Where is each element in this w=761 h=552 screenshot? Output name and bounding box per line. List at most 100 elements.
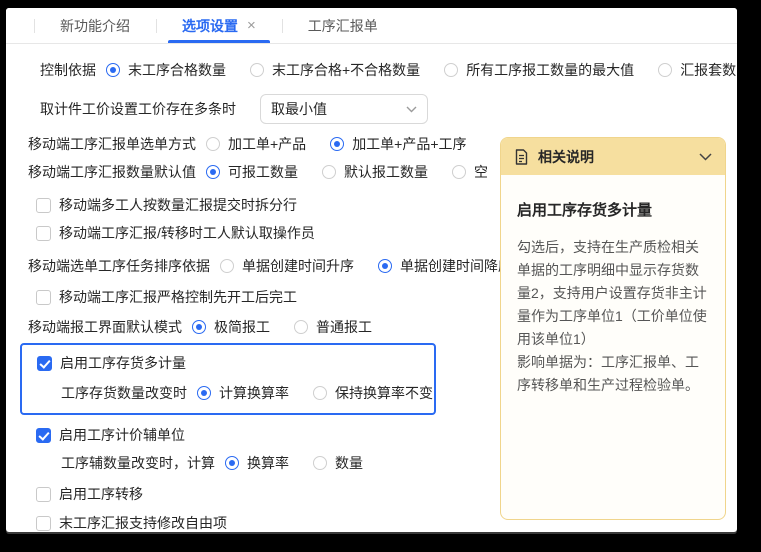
chevron-down-icon[interactable] — [699, 152, 712, 161]
checkbox-split-rows[interactable]: 移动端多工人按数量汇报提交时拆分行 — [36, 195, 297, 215]
row-strict-start: 移动端工序汇报严格控制先开工后完工 — [36, 283, 484, 311]
radio-option-sort-desc[interactable]: 单据创建时间降序 — [378, 256, 512, 276]
radio-option-conv-rate[interactable]: 换算率 — [225, 453, 289, 473]
row-multi-uom-change: 工序存货数量改变时 计算换算率 保持换算率不变 — [61, 379, 434, 407]
checkbox-checked-icon — [36, 427, 51, 443]
radio-option-order-product[interactable]: 加工单+产品 — [206, 134, 306, 154]
radio-label: 单据创建时间降序 — [400, 258, 512, 274]
radio-icon — [452, 165, 466, 179]
row-free-item: 末工序汇报支持修改自由项 — [36, 509, 484, 532]
radio-icon — [220, 259, 234, 273]
row-report-mode: 移动端报工界面默认模式 极简报工 普通报工 — [28, 313, 484, 341]
checkbox-label: 移动端多工人按数量汇报提交时拆分行 — [59, 197, 297, 213]
row-transfer: 启用工序转移 — [36, 480, 484, 508]
checkbox-multi-uom[interactable]: 启用工序存货多计量 — [37, 353, 186, 373]
checkbox-label: 启用工序转移 — [59, 486, 143, 502]
radio-option-max-report[interactable]: 所有工序报工数量的最大值 — [444, 60, 634, 80]
row-default-operator: 移动端工序汇报/转移时工人默认取操作员 — [36, 219, 484, 247]
radio-label: 计算换算率 — [219, 385, 289, 401]
radio-option-sort-asc[interactable]: 单据创建时间升序 — [220, 256, 354, 276]
radio-checked-icon — [206, 165, 220, 179]
checkbox-icon — [36, 197, 51, 213]
radio-option-default-qty[interactable]: 默认报工数量 — [322, 162, 428, 182]
help-panel-body: 启用工序存货多计量 勾选后，支持在生产质检相关单据的工序明细中显示存货数量2，支… — [501, 175, 725, 397]
mobile-default-qty-label: 移动端工序汇报数量默认值 — [28, 164, 196, 180]
tab-label: 选项设置 — [182, 17, 238, 34]
help-panel-header[interactable]: 相关说明 — [501, 138, 725, 175]
checkbox-strict-start[interactable]: 移动端工序汇报严格控制先开工后完工 — [36, 287, 297, 307]
checkbox-icon — [36, 486, 51, 502]
mobile-sort-label: 移动端选单工序任务排序依据 — [28, 258, 210, 274]
checkbox-icon — [36, 289, 51, 305]
row-aux-change: 工序辅数量改变时，计算 换算率 数量 — [61, 449, 484, 477]
radio-option-keep-rate[interactable]: 保持换算率不变 — [313, 383, 433, 403]
radio-icon — [658, 63, 673, 77]
chevron-down-icon — [406, 106, 417, 112]
screen-background: 新功能介绍 选项设置 × 工序汇报单 控制依据 末工序合格数量 末工序合格+不合… — [0, 0, 761, 552]
help-panel-title: 相关说明 — [538, 148, 594, 165]
checkbox-label: 末工序汇报支持修改自由项 — [59, 515, 227, 531]
select-value: 取最小值 — [271, 101, 327, 117]
tab-bar: 新功能介绍 选项设置 × 工序汇报单 — [6, 8, 737, 44]
radio-icon — [206, 137, 220, 151]
radio-icon — [444, 63, 459, 77]
checkbox-aux-unit[interactable]: 启用工序计价辅单位 — [36, 425, 185, 445]
radio-label: 末工序合格数量 — [128, 62, 226, 78]
aux-change-label: 工序辅数量改变时，计算 — [61, 455, 215, 471]
help-panel: 相关说明 启用工序存货多计量 勾选后，支持在生产质检相关单据的工序明细中显示存货… — [500, 137, 726, 520]
tab-option-settings[interactable]: 选项设置 × — [156, 8, 282, 43]
row-mobile-select-mode: 移动端工序汇报单选单方式 加工单+产品 加工单+产品+工序 — [28, 130, 484, 158]
row-control-basis: 控制依据 末工序合格数量 末工序合格+不合格数量 所有工序报工数量的最大值 汇报… — [40, 56, 736, 84]
radio-label: 可报工数量 — [228, 164, 298, 180]
radio-option-qty[interactable]: 数量 — [313, 453, 363, 473]
radio-option-qualified-plus[interactable]: 末工序合格+不合格数量 — [250, 60, 420, 80]
radio-checked-icon — [192, 320, 206, 334]
checkbox-icon — [36, 515, 51, 531]
piece-price-label: 取计件工价设置工价存在多条时 — [40, 101, 236, 117]
radio-option-final-qualified[interactable]: 末工序合格数量 — [106, 60, 226, 80]
radio-label: 汇报套数 — [680, 62, 737, 78]
row-aux-unit: 启用工序计价辅单位 — [36, 421, 484, 449]
highlighted-setting-box: 启用工序存货多计量 工序存货数量改变时 计算换算率 保持换算率不变 — [20, 343, 436, 415]
checkbox-label: 移动端工序汇报严格控制先开工后完工 — [59, 289, 297, 305]
control-basis-label: 控制依据 — [40, 62, 96, 78]
radio-option-normal-report[interactable]: 普通报工 — [294, 317, 372, 337]
radio-option-order-product-process[interactable]: 加工单+产品+工序 — [330, 134, 467, 154]
radio-icon — [313, 386, 327, 400]
radio-label: 数量 — [335, 455, 363, 471]
radio-option-minimal-report[interactable]: 极简报工 — [192, 317, 270, 337]
options-form: 控制依据 末工序合格数量 末工序合格+不合格数量 所有工序报工数量的最大值 汇报… — [6, 44, 736, 532]
checkbox-checked-icon — [37, 355, 52, 371]
radio-option-empty[interactable]: 空 — [452, 162, 488, 182]
row-piece-price: 取计件工价设置工价存在多条时 取最小值 — [40, 94, 484, 124]
radio-label: 普通报工 — [316, 319, 372, 335]
radio-label: 单据创建时间升序 — [242, 258, 354, 274]
piece-price-select[interactable]: 取最小值 — [260, 94, 428, 124]
checkbox-transfer[interactable]: 启用工序转移 — [36, 484, 143, 504]
checkbox-label: 启用工序计价辅单位 — [59, 427, 185, 443]
app-window: 新功能介绍 选项设置 × 工序汇报单 控制依据 末工序合格数量 末工序合格+不合… — [6, 8, 737, 532]
radio-label: 末工序合格+不合格数量 — [272, 62, 421, 78]
document-icon — [515, 148, 528, 165]
close-icon[interactable]: × — [247, 18, 256, 33]
row-multi-uom: 启用工序存货多计量 — [37, 349, 434, 377]
radio-label: 保持换算率不变 — [335, 385, 433, 401]
radio-label: 换算率 — [247, 455, 289, 471]
radio-icon — [322, 165, 336, 179]
tab-label: 新功能介绍 — [60, 17, 130, 34]
checkbox-default-operator[interactable]: 移动端工序汇报/转移时工人默认取操作员 — [36, 223, 315, 243]
radio-label: 默认报工数量 — [344, 164, 428, 180]
tab-new-features[interactable]: 新功能介绍 — [34, 8, 156, 43]
radio-label: 加工单+产品 — [228, 136, 307, 152]
radio-option-reportable-qty[interactable]: 可报工数量 — [206, 162, 298, 182]
radio-checked-icon — [225, 456, 239, 470]
radio-label: 极简报工 — [214, 319, 270, 335]
radio-label: 空 — [474, 164, 488, 180]
tab-process-report[interactable]: 工序汇报单 — [281, 8, 404, 43]
radio-checked-icon — [330, 137, 345, 151]
checkbox-free-item[interactable]: 末工序汇报支持修改自由项 — [36, 513, 227, 532]
tab-label: 工序汇报单 — [307, 17, 378, 34]
radio-option-calc-rate[interactable]: 计算换算率 — [197, 383, 289, 403]
radio-icon — [250, 63, 264, 77]
radio-option-report-sets[interactable]: 汇报套数 — [658, 60, 736, 80]
